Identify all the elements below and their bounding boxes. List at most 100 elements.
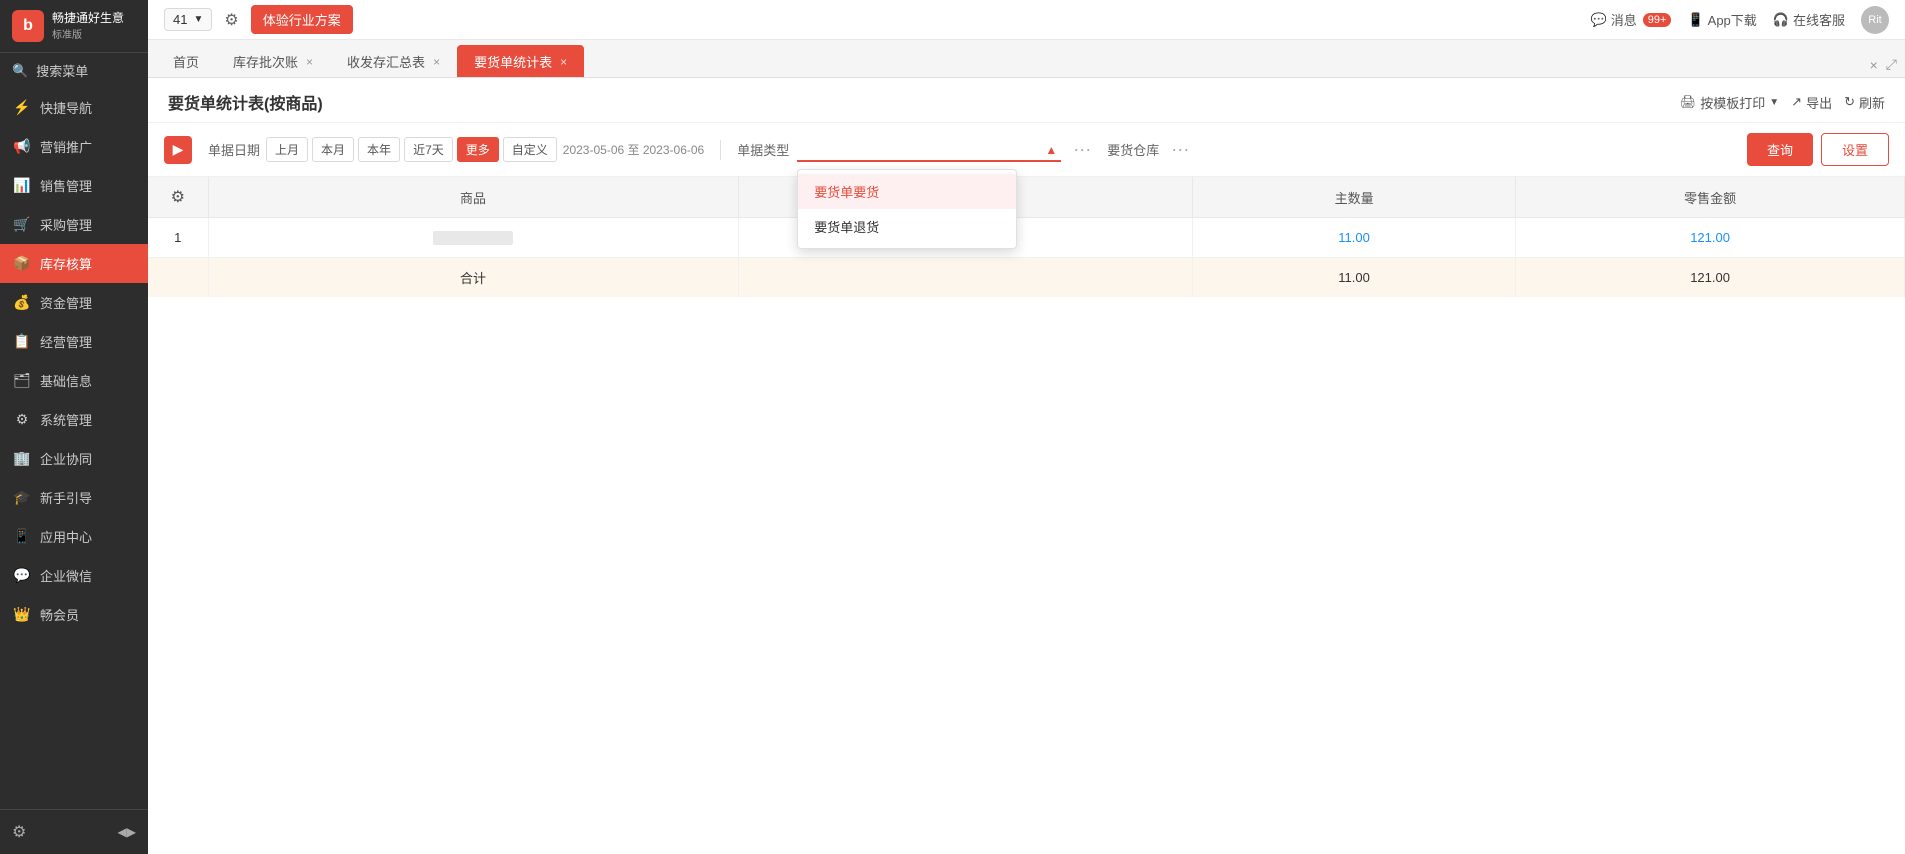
sidebar-item-inventory[interactable]: 📦 库存核算 [0, 244, 148, 283]
app-center-icon: 📱 [12, 528, 32, 545]
sidebar-item-system[interactable]: ⚙ 系统管理 [0, 400, 148, 439]
tab-window-buttons: × ⤢ [1870, 56, 1897, 77]
date-btn-custom[interactable]: 自定义 [503, 137, 557, 162]
sidebar-item-operation[interactable]: 📋 经营管理 [0, 322, 148, 361]
export-action[interactable]: ↗ 导出 [1791, 93, 1832, 112]
search-label: 搜索菜单 [36, 61, 88, 80]
sidebar-item-sales[interactable]: 📊 销售管理 [0, 166, 148, 205]
date-filter-label: 单据日期 [208, 140, 260, 159]
tab-home[interactable]: 首页 [156, 45, 216, 77]
logo-icon: b [12, 10, 44, 42]
tab-inventory-close[interactable]: × [306, 55, 313, 69]
sidebar-item-label: 营销推广 [40, 137, 92, 156]
service-icon: 🎧 [1773, 12, 1789, 28]
query-button[interactable]: 查询 [1747, 133, 1813, 166]
table-total-row: 合计 11.00 121.00 [148, 258, 1905, 298]
online-service-action[interactable]: 🎧 在线客服 [1773, 10, 1845, 29]
app-download-action[interactable]: 📱 App下载 [1687, 10, 1756, 29]
sidebar-item-marketing[interactable]: 📢 营销推广 [0, 127, 148, 166]
finance-icon: 💰 [12, 294, 32, 311]
tab-purchase-order[interactable]: 要货单统计表 × [457, 45, 584, 77]
print-label: 按模板打印 [1700, 93, 1765, 112]
footer-collapse-icon[interactable]: ◀▶ [118, 825, 136, 839]
data-table: ⚙ 商品 主计量单位 主数量 零售金额 1 块 [148, 177, 1905, 297]
enterprise-icon: 🏢 [12, 450, 32, 467]
table-row: 1 块 11.00 121.00 [148, 218, 1905, 258]
type-select-chevron-icon[interactable]: ▲ [1045, 143, 1057, 157]
col-product-header: 商品 [208, 177, 738, 218]
sidebar-item-label: 系统管理 [40, 410, 92, 429]
main-area: 41 ▼ ⚙ 体验行业方案 💬 消息 99+ 📱 App下载 🎧 在线客服 Ri… [148, 0, 1905, 854]
date-buttons: 上月 本月 本年 近7天 更多 自定义 [266, 137, 557, 162]
date-btn-last-month[interactable]: 上月 [266, 137, 308, 162]
tab-close-all-icon[interactable]: × [1870, 57, 1878, 73]
sidebar-item-wechat[interactable]: 💬 企业微信 [0, 556, 148, 595]
sidebar-item-member[interactable]: 👑 畅会员 [0, 595, 148, 634]
tab-inventory[interactable]: 库存批次账 × [216, 45, 330, 77]
dropdown-item-return[interactable]: 要货单退货 [798, 209, 1016, 244]
export-icon: ↗ [1791, 94, 1802, 110]
marketing-icon: 📢 [12, 138, 32, 155]
member-icon: 👑 [12, 606, 32, 623]
table-container: ⚙ 商品 主计量单位 主数量 零售金额 1 块 [148, 177, 1905, 297]
type-more-icon[interactable]: ··· [1073, 139, 1091, 160]
tab-receivable-close[interactable]: × [433, 55, 440, 69]
user-avatar[interactable]: Rit [1861, 6, 1889, 34]
filter-toggle-btn[interactable]: ▶ [164, 136, 192, 164]
sidebar-footer: ⚙ ◀▶ [0, 809, 148, 854]
tab-expand-icon[interactable]: ⤢ [1886, 56, 1897, 73]
sidebar-item-quick-nav[interactable]: ⚡ 快捷导航 [0, 88, 148, 127]
date-btn-more[interactable]: 更多 [457, 137, 499, 162]
dropdown-item-order[interactable]: 要货单要货 [798, 174, 1016, 209]
col-settings-header[interactable]: ⚙ [148, 177, 208, 218]
filter-toggle-icon: ▶ [173, 141, 184, 158]
header-gear-icon[interactable]: ⚙ [224, 10, 238, 30]
service-label: 在线客服 [1793, 10, 1845, 29]
table-header-row: ⚙ 商品 主计量单位 主数量 零售金额 [148, 177, 1905, 218]
print-action[interactable]: 🖨 按模板打印 ▼ [1680, 93, 1779, 112]
tab-receivable[interactable]: 收发存汇总表 × [330, 45, 457, 77]
sidebar-nav: ⚡ 快捷导航 📢 营销推广 📊 销售管理 🛒 采购管理 📦 库存核算 💰 资金管… [0, 88, 148, 809]
sidebar-item-label: 经营管理 [40, 332, 92, 351]
date-btn-7-days[interactable]: 近7天 [404, 137, 453, 162]
date-range-display: 2023-05-06 至 2023-06-06 [563, 141, 704, 158]
page-content: 要货单统计表(按商品) 🖨 按模板打印 ▼ ↗ 导出 ↻ 刷新 [148, 78, 1905, 854]
operation-icon: 📋 [12, 333, 32, 350]
sidebar-item-app-center[interactable]: 📱 应用中心 [0, 517, 148, 556]
total-empty-1 [148, 258, 208, 298]
message-action[interactable]: 💬 消息 99+ [1591, 10, 1672, 29]
tab-purchase-order-close[interactable]: × [560, 55, 567, 69]
export-label: 导出 [1806, 93, 1832, 112]
sidebar-search[interactable]: 🔍 搜索菜单 [0, 53, 148, 88]
warehouse-filter-group: 要货仓库 ··· [1107, 139, 1189, 160]
refresh-action[interactable]: ↻ 刷新 [1844, 93, 1885, 112]
date-btn-this-year[interactable]: 本年 [358, 137, 400, 162]
industry-button[interactable]: 体验行业方案 [251, 5, 353, 34]
sidebar-item-label: 基础信息 [40, 371, 92, 390]
tab-receivable-label: 收发存汇总表 [347, 52, 425, 71]
sidebar-item-guide[interactable]: 🎓 新手引导 [0, 478, 148, 517]
sidebar-item-label: 资金管理 [40, 293, 92, 312]
page-actions: 🖨 按模板打印 ▼ ↗ 导出 ↻ 刷新 [1680, 93, 1885, 112]
table-settings-icon[interactable]: ⚙ [171, 189, 185, 206]
col-quantity-header: 主数量 [1193, 177, 1516, 218]
message-icon: 💬 [1591, 12, 1607, 28]
store-selector[interactable]: 41 ▼ [164, 8, 212, 31]
type-select-input[interactable] [797, 137, 1061, 162]
warehouse-more-icon[interactable]: ··· [1171, 139, 1189, 160]
download-icon: 📱 [1687, 12, 1703, 28]
sidebar-item-enterprise[interactable]: 🏢 企业协同 [0, 439, 148, 478]
date-btn-this-month[interactable]: 本月 [312, 137, 354, 162]
basic-icon: 🗂 [12, 372, 32, 389]
page-title-bar: 要货单统计表(按商品) 🖨 按模板打印 ▼ ↗ 导出 ↻ 刷新 [148, 78, 1905, 123]
sidebar-item-finance[interactable]: 💰 资金管理 [0, 283, 148, 322]
sidebar-item-label: 快捷导航 [40, 98, 92, 117]
footer-settings-icon[interactable]: ⚙ [12, 822, 26, 842]
type-filter-group: 单据类型 ▲ ··· 要货单要货 要货单退货 [737, 137, 1091, 162]
filter-divider-1 [720, 140, 721, 160]
sidebar-item-purchase[interactable]: 🛒 采购管理 [0, 205, 148, 244]
settings-button[interactable]: 设置 [1821, 133, 1889, 166]
sidebar-item-basic[interactable]: 🗂 基础信息 [0, 361, 148, 400]
sidebar-item-label: 采购管理 [40, 215, 92, 234]
row-index: 1 [148, 218, 208, 258]
